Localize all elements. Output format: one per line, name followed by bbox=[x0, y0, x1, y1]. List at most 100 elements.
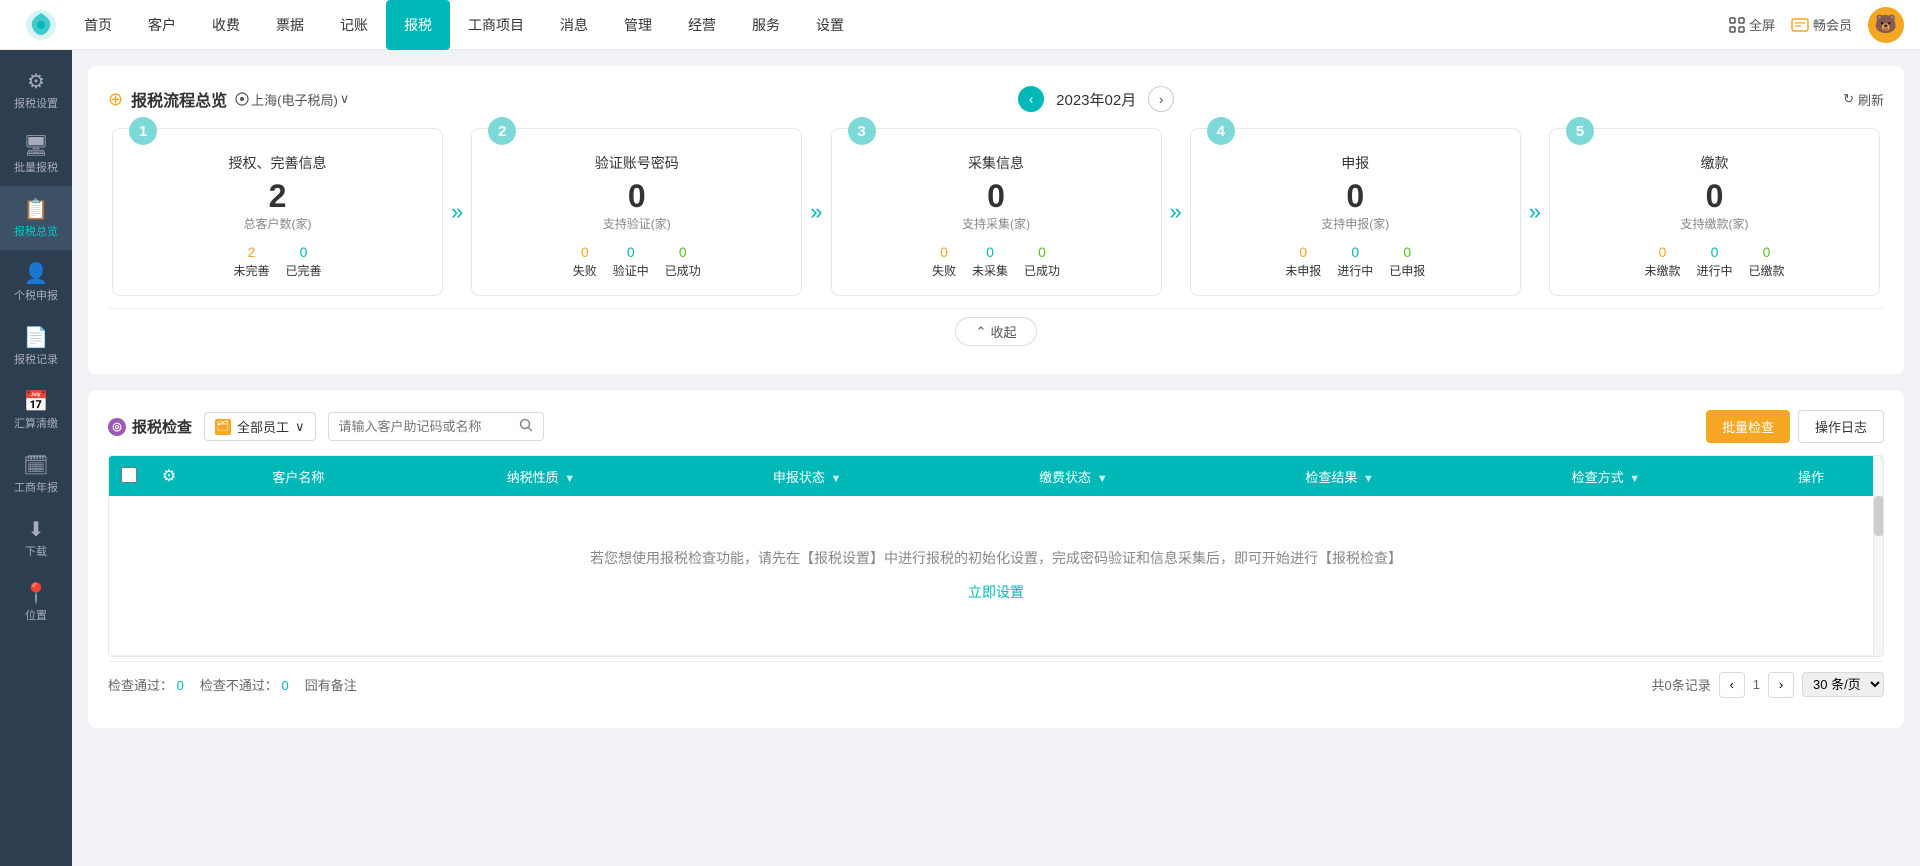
step-3-stat-0: 0 失败 bbox=[932, 244, 956, 279]
next-month-button[interactable]: › bbox=[1148, 86, 1174, 112]
batch-check-button[interactable]: 批量检查 bbox=[1706, 410, 1790, 443]
step-3-stat-1: 0 未采集 bbox=[972, 244, 1008, 279]
step-3-val-1: 0 bbox=[986, 244, 994, 260]
check-actions: 批量检查 操作日志 bbox=[1706, 410, 1884, 443]
nav-invoice[interactable]: 票据 bbox=[258, 0, 322, 50]
collapse-button[interactable]: ⌃ 收起 bbox=[955, 317, 1038, 346]
filter-icon-1[interactable]: ▼ bbox=[564, 473, 575, 485]
arrow-1: » bbox=[447, 199, 467, 225]
filter-icon-5[interactable]: ▼ bbox=[1629, 473, 1640, 485]
current-page: 1 bbox=[1753, 677, 1760, 692]
nav-fee[interactable]: 收费 bbox=[194, 0, 258, 50]
search-button[interactable] bbox=[509, 413, 543, 440]
flow-step-1: 1 授权、完善信息 2 总客户数(家) 2 未完善 0 已完善 bbox=[112, 128, 443, 296]
nav-service[interactable]: 服务 bbox=[734, 0, 798, 50]
sidebar-item-settlement[interactable]: 📅 汇算清缴 bbox=[0, 378, 72, 442]
main-layout: ⚙ 报税设置 🖥 批量报税 📋 报税总览 👤 个税申报 📄 报税记录 📅 汇算清… bbox=[0, 50, 1920, 866]
pass-stat: 检查通过： 0 bbox=[108, 675, 184, 694]
step-1-stat-0: 2 未完善 bbox=[233, 244, 269, 279]
sidebar-label-download: 下载 bbox=[25, 546, 47, 559]
sidebar-item-download[interactable]: ⬇ 下载 bbox=[0, 506, 72, 570]
step-5-stat-0: 0 未缴款 bbox=[1644, 244, 1680, 279]
filter-icon-4[interactable]: ▼ bbox=[1363, 473, 1374, 485]
per-page-select[interactable]: 30 条/页 bbox=[1802, 672, 1884, 697]
overview-title: 报税流程总览 bbox=[131, 87, 227, 111]
nav-home[interactable]: 首页 bbox=[66, 0, 130, 50]
step-5-desc: 支持缴款(家) bbox=[1681, 215, 1749, 232]
overview-header: ⊕ 报税流程总览 上海(电子税局) ∨ ‹ 2023年02月 › ↻ 刷新 bbox=[108, 86, 1884, 112]
nav-accounting[interactable]: 记账 bbox=[322, 0, 386, 50]
user-avatar[interactable]: 🐻 bbox=[1868, 7, 1904, 43]
member-button[interactable]: 畅会员 bbox=[1791, 15, 1852, 34]
filter-icon-3[interactable]: ▼ bbox=[1097, 473, 1108, 485]
step-1-stat-1: 0 已完善 bbox=[286, 244, 322, 279]
step-1-val-0: 2 bbox=[248, 244, 256, 260]
nav-tax[interactable]: 报税 bbox=[386, 0, 450, 50]
step-3-label-2: 已成功 bbox=[1024, 262, 1060, 279]
remark-label: 囧有备注 bbox=[305, 675, 357, 694]
member-label: 畅会员 bbox=[1813, 15, 1852, 34]
step-3-title: 采集信息 bbox=[968, 153, 1024, 173]
arrow-2: » bbox=[806, 199, 826, 225]
search-input[interactable] bbox=[329, 414, 509, 439]
nav-settings[interactable]: 设置 bbox=[798, 0, 862, 50]
sidebar-item-batch-tax[interactable]: 🖥 批量报税 bbox=[0, 122, 72, 186]
pass-count-link[interactable]: 0 bbox=[177, 678, 184, 693]
first-page-button[interactable]: ‹ bbox=[1719, 672, 1745, 698]
sidebar-label-tax-overview: 报税总览 bbox=[14, 226, 58, 239]
step-3-stats: 0 失败 0 未采集 0 已成功 bbox=[932, 244, 1060, 279]
sidebar-item-annual-report[interactable]: 🗓 工商年报 bbox=[0, 442, 72, 506]
col-operation: 操作 bbox=[1739, 456, 1883, 496]
refresh-button[interactable]: ↻ 刷新 bbox=[1843, 90, 1884, 109]
nav-management[interactable]: 管理 bbox=[606, 0, 670, 50]
next-page-button[interactable]: › bbox=[1768, 672, 1794, 698]
top-nav: 首页 客户 收费 票据 记账 报税 工商项目 消息 管理 经营 服务 设置 全屏… bbox=[0, 0, 1920, 50]
sidebar-item-tax-settings[interactable]: ⚙ 报税设置 bbox=[0, 58, 72, 122]
nav-business[interactable]: 工商项目 bbox=[450, 0, 542, 50]
fail-count-link[interactable]: 0 bbox=[282, 678, 289, 693]
overview-location[interactable]: 上海(电子税局) ∨ bbox=[235, 90, 349, 109]
step-2-val-1: 0 bbox=[627, 244, 635, 260]
select-all-checkbox[interactable] bbox=[121, 467, 137, 483]
prev-month-button[interactable]: ‹ bbox=[1018, 86, 1044, 112]
step-4-stats: 0 未申报 0 进行中 0 已申报 bbox=[1285, 244, 1425, 279]
step-2-count: 0 bbox=[628, 177, 646, 215]
table-settings-icon[interactable]: ⚙ bbox=[162, 468, 176, 485]
employee-selector[interactable]: 🗂 全部员工 ∨ bbox=[204, 412, 316, 441]
col-check-method: 检查方式 ▼ bbox=[1473, 456, 1739, 496]
table-footer: 检查通过： 0 检查不通过： 0 囧有备注 共0条记录 ‹ 1 › 30 条/页 bbox=[108, 661, 1884, 708]
sidebar-item-personal-tax[interactable]: 👤 个税申报 bbox=[0, 250, 72, 314]
sidebar-item-location[interactable]: 📍 位置 bbox=[0, 570, 72, 634]
step-4-val-1: 0 bbox=[1351, 244, 1359, 260]
step-5-label-1: 进行中 bbox=[1696, 262, 1732, 279]
step-1-label-1: 已完善 bbox=[286, 262, 322, 279]
location-icon: 📍 bbox=[24, 581, 49, 606]
table-container: ⚙ 客户名称 纳税性质 ▼ 申报状态 ▼ bbox=[108, 455, 1884, 656]
filter-icon-2[interactable]: ▼ bbox=[830, 473, 841, 485]
step-4-label-0: 未申报 bbox=[1285, 262, 1321, 279]
step-2-label-2: 已成功 bbox=[665, 262, 701, 279]
nav-message[interactable]: 消息 bbox=[542, 0, 606, 50]
setup-link[interactable]: 立即设置 bbox=[968, 584, 1024, 600]
sidebar-label-settlement: 汇算清缴 bbox=[14, 418, 58, 431]
total-records: 共0条记录 bbox=[1652, 675, 1711, 694]
personal-tax-icon: 👤 bbox=[24, 261, 49, 286]
nav-customer[interactable]: 客户 bbox=[130, 0, 194, 50]
step-4-title: 申报 bbox=[1341, 153, 1369, 173]
collapse-label: 收起 bbox=[990, 322, 1016, 341]
sidebar-item-tax-record[interactable]: 📄 报税记录 bbox=[0, 314, 72, 378]
step-4-stat-2: 0 已申报 bbox=[1389, 244, 1425, 279]
check-title-icon: ◎ bbox=[108, 418, 126, 436]
dropdown-chevron-icon: ∨ bbox=[295, 419, 305, 435]
collapse-bar: ⌃ 收起 bbox=[108, 308, 1884, 354]
overview-plus-icon: ⊕ bbox=[108, 89, 123, 110]
app-logo bbox=[16, 9, 66, 41]
scrollbar-track bbox=[1873, 456, 1883, 655]
sidebar-item-tax-overview[interactable]: 📋 报税总览 bbox=[0, 186, 72, 250]
operation-log-button[interactable]: 操作日志 bbox=[1798, 410, 1884, 443]
fail-stat: 检查不通过： 0 bbox=[200, 675, 289, 694]
fullscreen-button[interactable]: 全屏 bbox=[1729, 15, 1775, 34]
step-5-stat-1: 0 进行中 bbox=[1696, 244, 1732, 279]
nav-operation[interactable]: 经营 bbox=[670, 0, 734, 50]
scrollbar-thumb[interactable] bbox=[1874, 496, 1884, 536]
